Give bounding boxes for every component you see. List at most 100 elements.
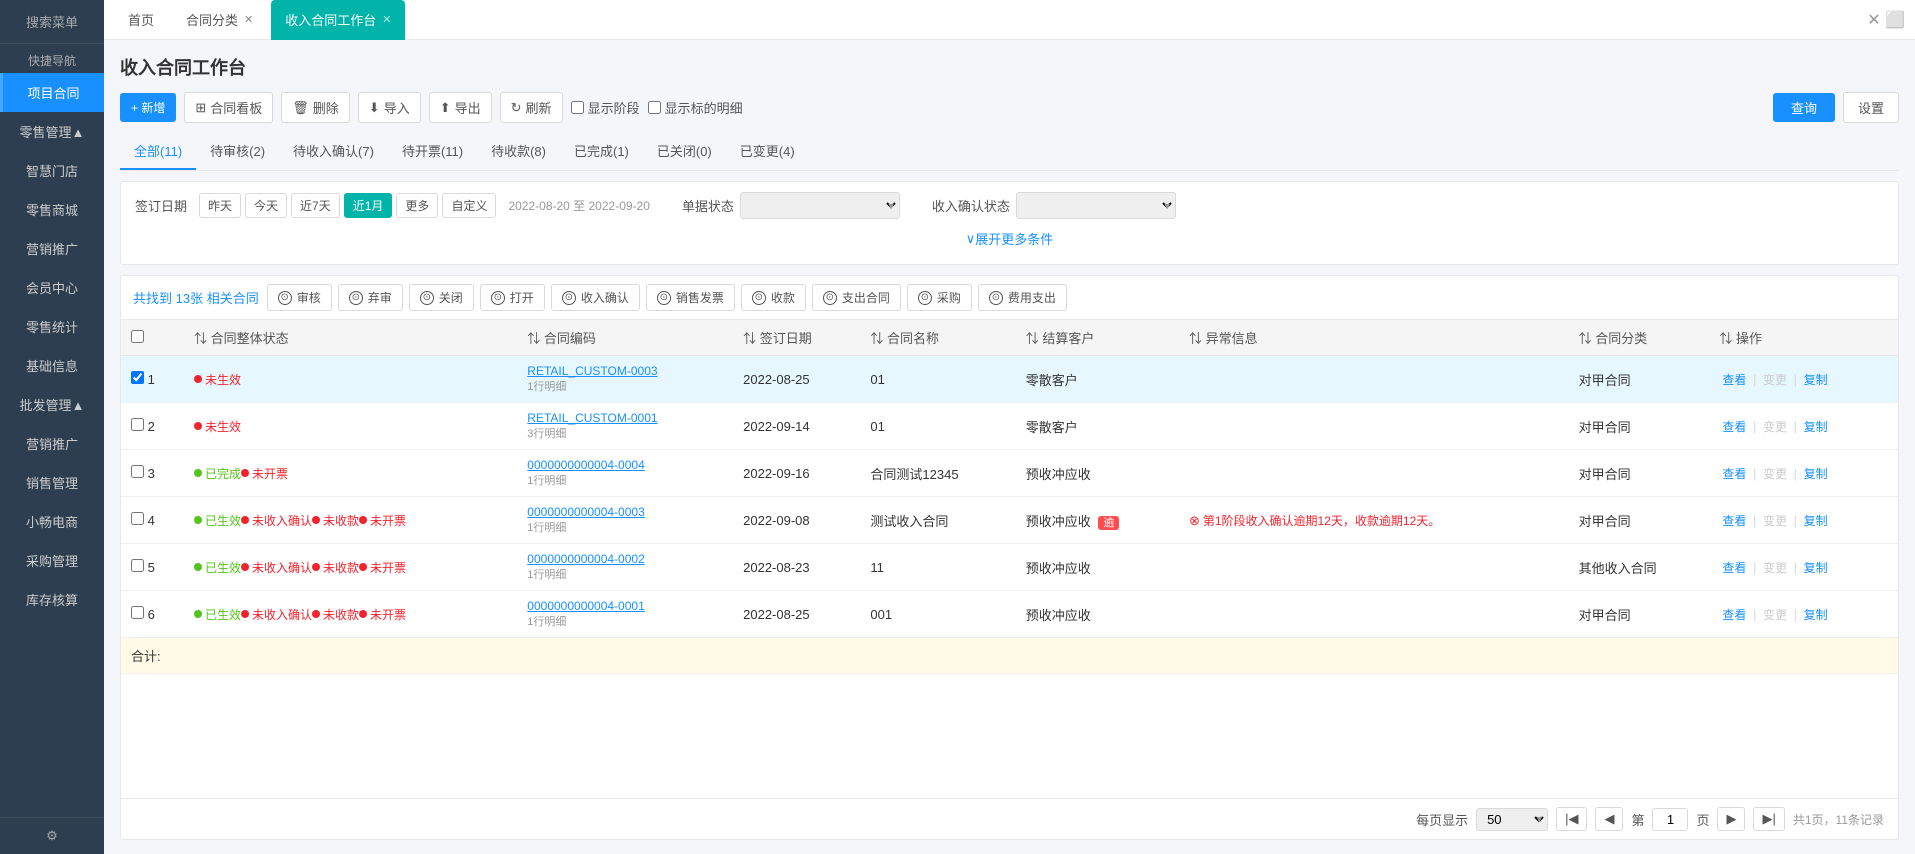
set-button[interactable]: 设置	[1843, 92, 1899, 123]
op-变更[interactable]: 变更	[1760, 514, 1790, 528]
date-btn-近7天[interactable]: 近7天	[291, 193, 340, 218]
op-复制[interactable]: 复制	[1801, 420, 1831, 434]
last-page-button[interactable]: ▶|	[1753, 807, 1784, 831]
action-费用支出[interactable]: ⊙费用支出	[978, 284, 1067, 311]
action-采购[interactable]: ⊙采购	[907, 284, 972, 311]
show-fields-check[interactable]: 显示阶段	[571, 98, 640, 117]
op-变更[interactable]: 变更	[1760, 373, 1790, 387]
action-收款[interactable]: ⊙收款	[741, 284, 806, 311]
tab-home[interactable]: 首页	[114, 0, 168, 40]
row-index: 4	[121, 497, 184, 544]
op-复制[interactable]: 复制	[1801, 373, 1831, 387]
filter-tab-receipt[interactable]: 待收款(8)	[477, 133, 560, 170]
next-page-button[interactable]: ▶	[1717, 807, 1745, 831]
select-all-checkbox[interactable]	[131, 330, 144, 343]
tab-close-icon[interactable]: ✕	[244, 13, 253, 26]
delete-button[interactable]: 🗑 删除	[281, 92, 350, 123]
show-detail-check[interactable]: 显示标的明细	[648, 98, 743, 117]
sidebar-search[interactable]: 搜索菜单	[0, 0, 104, 44]
op-查看[interactable]: 查看	[1719, 420, 1749, 434]
doc-status-select[interactable]	[740, 192, 900, 219]
contract-code-link[interactable]: 0000000000004-0001	[527, 599, 723, 613]
op-复制[interactable]: 复制	[1801, 467, 1831, 481]
contract-code-link[interactable]: RETAIL_CUSTOM-0003	[527, 364, 723, 378]
filter-area: 签订日期 昨天今天近7天近1月更多自定义 2022-08-20 至 2022-0…	[120, 181, 1899, 265]
contract-code-link[interactable]: 0000000000004-0004	[527, 458, 723, 472]
op-复制[interactable]: 复制	[1801, 561, 1831, 575]
filter-tab-done[interactable]: 已完成(1)	[560, 133, 643, 170]
query-button[interactable]: 查询	[1773, 93, 1835, 122]
table-scroll[interactable]: ⇅ 合同整体状态⇅ 合同编码⇅ 签订日期⇅ 合同名称⇅ 结算客户⇅ 异常信息⇅ …	[121, 320, 1898, 798]
sidebar-item-member[interactable]: 会员中心	[0, 268, 104, 307]
filter-tab-all[interactable]: 全部(11)	[120, 133, 196, 170]
contract-code-link[interactable]: 0000000000004-0003	[527, 505, 723, 519]
window-close-button[interactable]: ✕ ⬜	[1867, 10, 1905, 30]
sidebar-item-base-info[interactable]: 基础信息	[0, 346, 104, 385]
sidebar-item-marketing2[interactable]: 营销推广	[0, 424, 104, 463]
filter-tab-income-confirm[interactable]: 待收入确认(7)	[279, 133, 388, 170]
row-name: 合同测试12345	[860, 450, 1015, 497]
date-btn-今天[interactable]: 今天	[245, 193, 287, 218]
action-审核[interactable]: ⊙审核	[267, 284, 332, 311]
action-支出合同[interactable]: ⊙支出合同	[812, 284, 901, 311]
date-btn-昨天[interactable]: 昨天	[199, 193, 241, 218]
op-查看[interactable]: 查看	[1719, 467, 1749, 481]
view-button[interactable]: ⊞ 合同看板	[184, 92, 273, 123]
filter-tab-invoice[interactable]: 待开票(11)	[388, 133, 477, 170]
action-关闭[interactable]: ⊙关闭	[409, 284, 474, 311]
row-checkbox[interactable]	[131, 371, 144, 384]
sidebar-item-marketing[interactable]: 营销推广	[0, 229, 104, 268]
page-size-select[interactable]: 50 100	[1476, 808, 1548, 831]
row-checkbox[interactable]	[131, 418, 144, 431]
sidebar-item-retail-mall[interactable]: 零售商城	[0, 190, 104, 229]
add-button[interactable]: + 新增	[120, 93, 176, 122]
op-变更[interactable]: 变更	[1760, 467, 1790, 481]
sidebar-item-smart-store[interactable]: 智慧门店	[0, 151, 104, 190]
sidebar-item-sales-mgmt[interactable]: 销售管理	[0, 463, 104, 502]
row-checkbox[interactable]	[131, 512, 144, 525]
export-button[interactable]: ⬆ 导出	[429, 92, 492, 123]
filter-tab-closed[interactable]: 已关闭(0)	[643, 133, 726, 170]
tab-income-workbench[interactable]: 收入合同工作台✕	[271, 0, 405, 40]
tab-close-icon[interactable]: ✕	[382, 13, 391, 26]
op-查看[interactable]: 查看	[1719, 514, 1749, 528]
op-变更[interactable]: 变更	[1760, 608, 1790, 622]
op-查看[interactable]: 查看	[1719, 561, 1749, 575]
op-变更[interactable]: 变更	[1760, 561, 1790, 575]
sidebar-item-xiao-ecom[interactable]: 小畅电商	[0, 502, 104, 541]
expand-filter-button[interactable]: ∨ 展开更多条件	[135, 223, 1884, 254]
contract-code-link[interactable]: RETAIL_CUSTOM-0001	[527, 411, 723, 425]
prev-page-button[interactable]: ◀	[1595, 807, 1623, 831]
sidebar-item-wholesale[interactable]: 批发管理▲	[0, 385, 104, 424]
first-page-button[interactable]: |◀	[1556, 807, 1587, 831]
sidebar-item-inventory[interactable]: 库存核算	[0, 580, 104, 619]
refresh-button[interactable]: ↻ 刷新	[500, 92, 563, 123]
date-btn-近1月[interactable]: 近1月	[344, 193, 393, 218]
action-打开[interactable]: ⊙打开	[480, 284, 545, 311]
contract-code-link[interactable]: 0000000000004-0002	[527, 552, 723, 566]
date-btn-自定义[interactable]: 自定义	[442, 193, 496, 218]
row-checkbox[interactable]	[131, 559, 144, 572]
sidebar-item-project[interactable]: 项目合同	[0, 73, 104, 112]
sidebar-item-retail-stat[interactable]: 零售统计	[0, 307, 104, 346]
date-btn-更多[interactable]: 更多	[396, 193, 438, 218]
action-收入确认[interactable]: ⊙收入确认	[551, 284, 640, 311]
row-checkbox[interactable]	[131, 606, 144, 619]
filter-tab-changed[interactable]: 已变更(4)	[726, 133, 809, 170]
sidebar-item-purchase[interactable]: 采购管理	[0, 541, 104, 580]
sidebar-item-retail-mgmt[interactable]: 零售管理▲	[0, 112, 104, 151]
sidebar-settings[interactable]: ⚙	[0, 817, 104, 854]
action-销售发票[interactable]: ⊙销售发票	[646, 284, 735, 311]
page-number-input[interactable]	[1652, 808, 1688, 831]
income-confirm-select[interactable]	[1016, 192, 1176, 219]
op-复制[interactable]: 复制	[1801, 608, 1831, 622]
action-弃审[interactable]: ⊙弃审	[338, 284, 403, 311]
op-复制[interactable]: 复制	[1801, 514, 1831, 528]
row-checkbox[interactable]	[131, 465, 144, 478]
tab-contract-type[interactable]: 合同分类✕	[172, 0, 267, 40]
filter-tab-pending[interactable]: 待审核(2)	[196, 133, 279, 170]
op-查看[interactable]: 查看	[1719, 373, 1749, 387]
import-button[interactable]: ⬇ 导入	[358, 92, 421, 123]
op-变更[interactable]: 变更	[1760, 420, 1790, 434]
op-查看[interactable]: 查看	[1719, 608, 1749, 622]
